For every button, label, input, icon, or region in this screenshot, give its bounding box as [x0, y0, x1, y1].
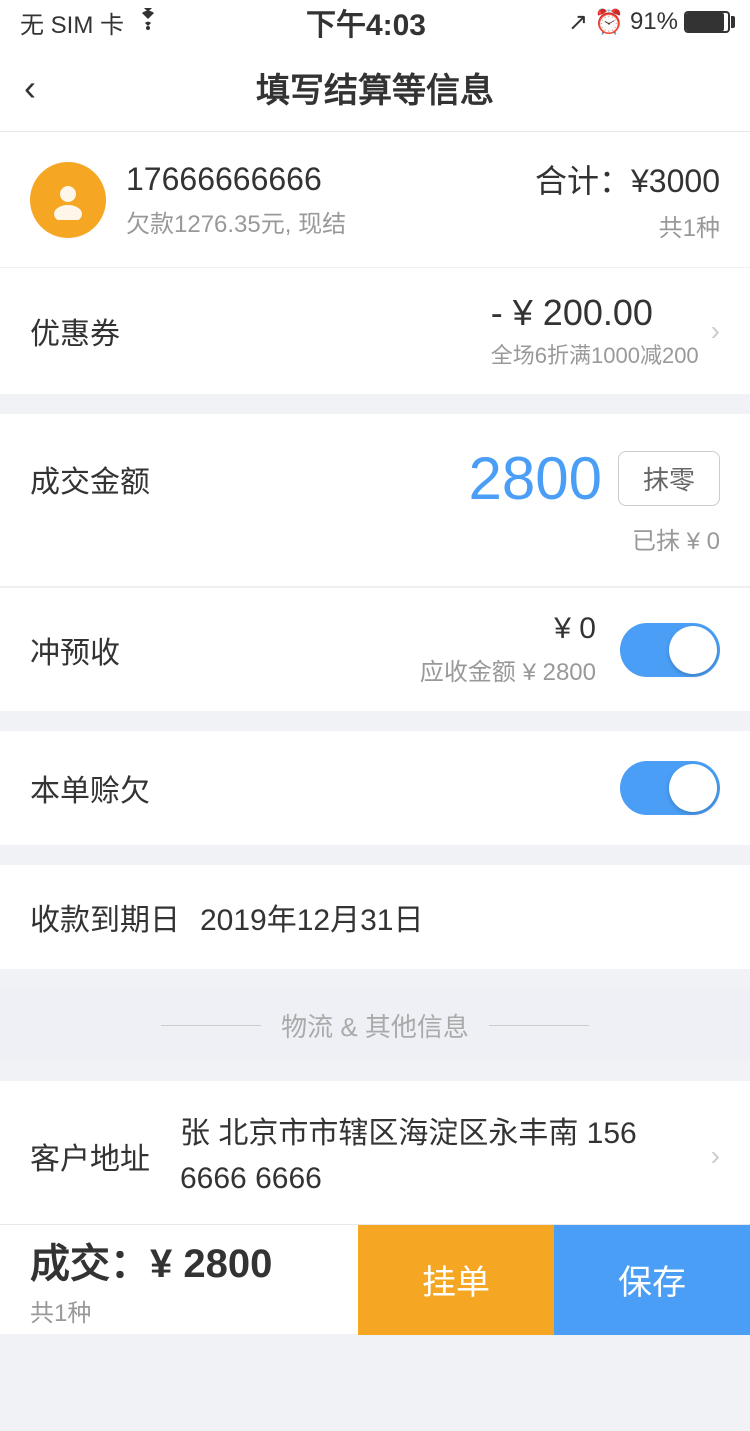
customer-left: 17666666666 欠款1276.35元, 现结: [30, 161, 346, 239]
location-icon: ↗: [568, 8, 588, 37]
coupon-desc: 全场6折满1000减200: [491, 338, 699, 370]
debt-section: 本单赊欠: [0, 731, 750, 845]
prereceive-right: ¥ 0 应收金额 ¥ 2800: [420, 612, 596, 687]
round-button[interactable]: 抹零: [618, 451, 720, 506]
logistics-divider: 物流 & 其他信息: [0, 989, 750, 1061]
prereceive-amount: ¥ 0: [554, 612, 596, 646]
coupon-row[interactable]: 优惠券 - ¥ 200.00 全场6折满1000减200 ›: [0, 267, 750, 394]
customer-phone: 17666666666: [126, 161, 346, 198]
battery-percent: 91%: [630, 8, 678, 36]
status-right: ↗ ⏰ 91%: [568, 8, 730, 37]
address-chevron-icon: ›: [711, 1140, 720, 1172]
deal-amount: 2800: [469, 444, 602, 513]
due-date-value: 2019年12月31日: [200, 895, 423, 939]
status-bar: 无 SIM 卡 下午4:03 ↗ ⏰ 91%: [0, 0, 750, 44]
address-label: 客户地址: [30, 1134, 150, 1178]
back-button[interactable]: ‹: [24, 67, 36, 109]
total-count: 共1种: [535, 208, 720, 243]
status-left: 无 SIM 卡: [20, 5, 164, 40]
deal-label: 成交金额: [30, 457, 150, 501]
address-section[interactable]: 客户地址 张 北京市市辖区海淀区永丰南 156 6666 6666 ›: [0, 1081, 750, 1231]
deal-row-container: 成交金额 2800 抹零 已抹 ¥ 0: [0, 414, 750, 587]
alarm-icon: ⏰: [594, 8, 624, 37]
coupon-info: - ¥ 200.00 全场6折满1000减200: [491, 292, 699, 370]
save-button[interactable]: 保存: [554, 1225, 750, 1335]
coupon-amount: - ¥ 200.00: [491, 292, 699, 334]
due-label: 收款到期日: [30, 895, 180, 939]
deal-right: 2800 抹零: [469, 444, 721, 513]
divider-label: 物流 & 其他信息: [161, 1007, 589, 1044]
customer-sub: 欠款1276.35元, 现结: [126, 204, 346, 239]
time-display: 下午4:03: [306, 0, 426, 44]
wifi-icon: [132, 8, 164, 37]
debt-label: 本单赊欠: [30, 766, 150, 810]
prereceive-sub: 应收金额 ¥ 2800: [420, 652, 596, 687]
deal-row: 成交金额 2800 抹零: [30, 444, 720, 513]
coupon-label: 优惠券: [30, 309, 120, 353]
due-date-section: 收款到期日 2019年12月31日: [0, 865, 750, 969]
toggle-knob: [669, 626, 717, 674]
page-title: 填写结算等信息: [256, 63, 494, 112]
bottom-deal-amount: ¥ 2800: [150, 1242, 272, 1286]
deal-section: 成交金额 2800 抹零 已抹 ¥ 0 冲预收 ¥ 0 应收金额 ¥ 2800: [0, 414, 750, 711]
total-amount: 合计：¥3000: [535, 156, 720, 202]
prereceive-row: 冲预收 ¥ 0 应收金额 ¥ 2800: [0, 587, 750, 711]
prereceive-toggle[interactable]: [620, 623, 720, 677]
address-value: 张 北京市市辖区海淀区永丰南 156 6666 6666: [180, 1111, 711, 1201]
bottom-deal-row: 成交：¥ 2800: [30, 1231, 328, 1289]
prereceive-label: 冲预收: [30, 628, 120, 672]
hang-button[interactable]: 挂单: [358, 1225, 554, 1335]
carrier-text: 无 SIM 卡: [20, 5, 124, 40]
avatar: [30, 162, 106, 238]
customer-row: 17666666666 欠款1276.35元, 现结 合计：¥3000 共1种: [0, 132, 750, 267]
bottom-bar: 成交：¥ 2800 共1种 挂单 保存: [0, 1224, 750, 1334]
nav-bar: ‹ 填写结算等信息: [0, 44, 750, 132]
customer-section: 17666666666 欠款1276.35元, 现结 合计：¥3000 共1种 …: [0, 132, 750, 394]
bottom-summary: 成交：¥ 2800 共1种: [0, 1231, 358, 1328]
battery-icon: [684, 11, 730, 33]
customer-right: 合计：¥3000 共1种: [535, 156, 720, 243]
back-icon: ‹: [24, 67, 36, 108]
deal-sub: 已抹 ¥ 0: [30, 521, 720, 556]
debt-toggle[interactable]: [620, 761, 720, 815]
bottom-count: 共1种: [30, 1293, 328, 1328]
coupon-chevron-icon: ›: [711, 315, 720, 347]
debt-toggle-knob: [669, 764, 717, 812]
customer-info: 17666666666 欠款1276.35元, 现结: [126, 161, 346, 239]
coupon-right: - ¥ 200.00 全场6折满1000减200 ›: [491, 292, 720, 370]
bottom-deal-prefix: 成交：: [30, 1242, 150, 1286]
